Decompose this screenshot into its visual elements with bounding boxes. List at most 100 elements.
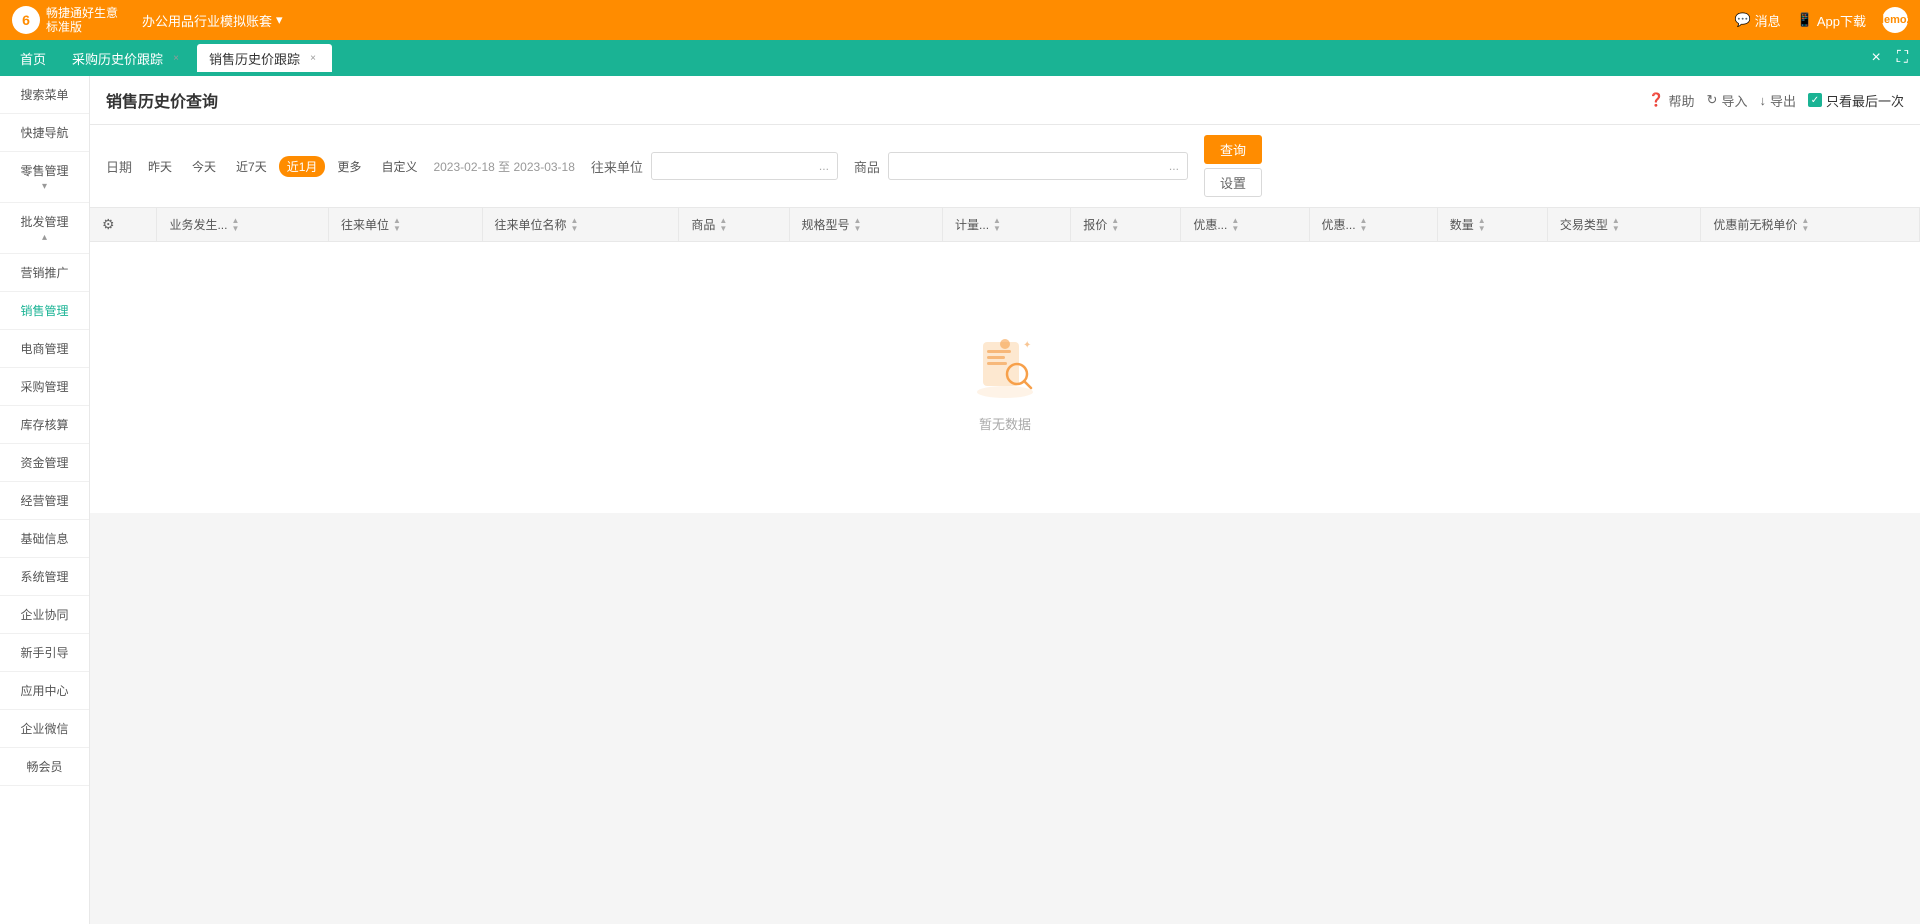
date-option-yesterday[interactable]: 昨天 <box>140 156 180 177</box>
data-table: ⚙ 业务发生... ▲▼ 往来单位 ▲▼ <box>90 208 1920 242</box>
tab-sales-history[interactable]: 销售历史价跟踪 × <box>197 44 332 72</box>
sidebar-item-new-guide[interactable]: 新手引导 <box>0 634 89 672</box>
chevron-up-icon: ▴ <box>42 232 47 243</box>
help-btn[interactable]: ❓ 帮助 <box>1648 91 1694 110</box>
sidebar-item-inventory[interactable]: 库存核算 <box>0 406 89 444</box>
col-product[interactable]: 商品 ▲▼ <box>679 208 789 242</box>
table-header-row: ⚙ 业务发生... ▲▼ 往来单位 ▲▼ <box>90 208 1920 242</box>
action-buttons: 查询 设置 <box>1204 135 1262 197</box>
col-partner-name[interactable]: 往来单位名称 ▲▼ <box>482 208 679 242</box>
empty-text: 暂无数据 <box>979 414 1031 433</box>
avatar: demo2 <box>1882 7 1908 33</box>
close-all-tabs-btn[interactable]: × <box>1867 47 1884 69</box>
sort-arrows: ▲▼ <box>1231 217 1239 233</box>
logo-area: 6 畅捷通好生意 标准版 <box>12 6 118 35</box>
sidebar-item-marketing[interactable]: 营销推广 <box>0 254 89 292</box>
page-header-actions: ❓ 帮助 ↻ 导入 ↓ 导出 ✓ 只看最后一次 <box>1648 91 1904 122</box>
message-btn[interactable]: 💬 消息 <box>1734 11 1780 30</box>
col-spec[interactable]: 规格型号 ▲▼ <box>789 208 943 242</box>
query-button[interactable]: 查询 <box>1204 135 1262 164</box>
product-input-area[interactable]: ... <box>888 152 1188 180</box>
sort-arrows: ▲▼ <box>1612 217 1620 233</box>
tab-bar-actions: × ⛶ <box>1867 47 1912 69</box>
sidebar-item-member[interactable]: 畅会员 <box>0 748 89 786</box>
col-price[interactable]: 报价 ▲▼ <box>1071 208 1181 242</box>
tab-purchase-history[interactable]: 采购历史价跟踪 × <box>60 44 195 72</box>
sidebar-item-quick-nav[interactable]: 快捷导航 <box>0 114 89 152</box>
date-option-custom[interactable]: 自定义 <box>373 156 425 177</box>
col-partner-code[interactable]: 往来单位 ▲▼ <box>329 208 483 242</box>
empty-icon: ✦ <box>965 322 1045 402</box>
sort-arrows: ▲▼ <box>993 217 1001 233</box>
page-title: 销售历史价查询 <box>106 88 218 124</box>
user-avatar-area[interactable]: demo2 <box>1882 7 1908 33</box>
product-input[interactable] <box>897 159 1165 173</box>
sort-arrows: ▲▼ <box>393 217 401 233</box>
phone-icon: 📱 <box>1797 12 1813 28</box>
col-pretax-price[interactable]: 优惠前无税单价 ▲▼ <box>1701 208 1920 242</box>
help-icon: ❓ <box>1648 92 1664 108</box>
logo-text: 畅捷通好生意 标准版 <box>46 6 118 35</box>
date-range-text: 2023-02-18 至 2023-03-18 <box>433 158 574 175</box>
sidebar-item-enterprise-coop[interactable]: 企业协同 <box>0 596 89 634</box>
chevron-down-icon: ▾ <box>276 12 283 28</box>
content-area: 销售历史价查询 ❓ 帮助 ↻ 导入 ↓ 导出 ✓ 只看最后一次 <box>90 76 1920 924</box>
date-option-more[interactable]: 更多 <box>329 156 369 177</box>
sidebar-item-sales-mgmt[interactable]: 销售管理 <box>0 292 89 330</box>
table-container: ⚙ 业务发生... ▲▼ 往来单位 ▲▼ <box>90 208 1920 513</box>
sidebar-item-app-center[interactable]: 应用中心 <box>0 672 89 710</box>
logo-icon: 6 <box>12 6 40 34</box>
import-icon: ↻ <box>1707 92 1718 108</box>
sidebar-item-purchase-mgmt[interactable]: 采购管理 <box>0 368 89 406</box>
workspace-selector[interactable]: 办公用品行业模拟账套 ▾ <box>142 11 283 30</box>
date-option-last7[interactable]: 近7天 <box>228 156 275 177</box>
sidebar-item-finance[interactable]: 资金管理 <box>0 444 89 482</box>
sidebar-item-system-mgmt[interactable]: 系统管理 <box>0 558 89 596</box>
sidebar-item-search-menu[interactable]: 搜索菜单 <box>0 76 89 114</box>
sidebar-item-retail-mgmt[interactable]: 零售管理 ▾ <box>0 152 89 203</box>
col-unit[interactable]: 计量... ▲▼ <box>943 208 1071 242</box>
col-discount2[interactable]: 优惠... ▲▼ <box>1309 208 1437 242</box>
sort-arrows: ▲▼ <box>854 217 862 233</box>
sort-arrows: ▲▼ <box>719 217 727 233</box>
sort-arrows: ▲▼ <box>1801 217 1809 233</box>
filter-bar: 日期 昨天 今天 近7天 近1月 更多 自定义 2023-02-18 至 202… <box>90 125 1920 208</box>
top-bar-right: 💬 消息 📱 App下载 demo2 <box>1734 7 1908 33</box>
partner-dots: ... <box>819 159 829 173</box>
gear-icon[interactable]: ⚙ <box>102 216 115 232</box>
sidebar-item-ecommerce[interactable]: 电商管理 <box>0 330 89 368</box>
partner-input-area[interactable]: ... <box>651 152 838 180</box>
sidebar-item-wholesale-mgmt[interactable]: 批发管理 ▴ <box>0 203 89 254</box>
sort-arrows: ▲▼ <box>1360 217 1368 233</box>
only-last-checkbox[interactable]: ✓ 只看最后一次 <box>1808 91 1904 110</box>
tab-home[interactable]: 首页 <box>8 44 58 72</box>
date-option-last1m[interactable]: 近1月 <box>279 156 326 177</box>
partner-input[interactable] <box>660 159 815 173</box>
sort-arrows: ▲▼ <box>1111 217 1119 233</box>
sort-arrows: ▲▼ <box>1478 217 1486 233</box>
export-icon: ↓ <box>1759 93 1766 108</box>
sidebar-item-basic-info[interactable]: 基础信息 <box>0 520 89 558</box>
col-biz-date[interactable]: 业务发生... ▲▼ <box>157 208 329 242</box>
col-trade-type[interactable]: 交易类型 ▲▼ <box>1547 208 1701 242</box>
sidebar-item-enterprise-wechat[interactable]: 企业微信 <box>0 710 89 748</box>
tab-close-purchase[interactable]: × <box>169 51 183 65</box>
import-btn[interactable]: ↻ 导入 <box>1707 91 1748 110</box>
fullscreen-btn[interactable]: ⛶ <box>1893 47 1912 69</box>
export-btn[interactable]: ↓ 导出 <box>1759 91 1796 110</box>
tab-close-sales[interactable]: × <box>306 51 320 65</box>
top-bar: 6 畅捷通好生意 标准版 办公用品行业模拟账套 ▾ 💬 消息 📱 App下载 d… <box>0 0 1920 40</box>
col-discount1[interactable]: 优惠... ▲▼ <box>1181 208 1309 242</box>
app-download-btn[interactable]: 📱 App下载 <box>1797 11 1866 30</box>
date-filter-group: 日期 昨天 今天 近7天 近1月 更多 自定义 2023-02-18 至 202… <box>106 156 575 177</box>
product-filter-group: 商品 ... <box>854 152 1188 180</box>
workspace-area: 办公用品行业模拟账套 ▾ <box>126 11 1726 30</box>
checkbox-icon: ✓ <box>1808 93 1822 107</box>
settings-button[interactable]: 设置 <box>1204 168 1262 197</box>
partner-filter-group: 往来单位 ... <box>591 152 838 180</box>
sidebar-item-operations[interactable]: 经营管理 <box>0 482 89 520</box>
date-option-today[interactable]: 今天 <box>184 156 224 177</box>
date-options: 昨天 今天 近7天 近1月 更多 自定义 <box>140 156 425 177</box>
col-qty[interactable]: 数量 ▲▼ <box>1437 208 1547 242</box>
tab-bar: 首页 采购历史价跟踪 × 销售历史价跟踪 × × ⛶ <box>0 40 1920 76</box>
